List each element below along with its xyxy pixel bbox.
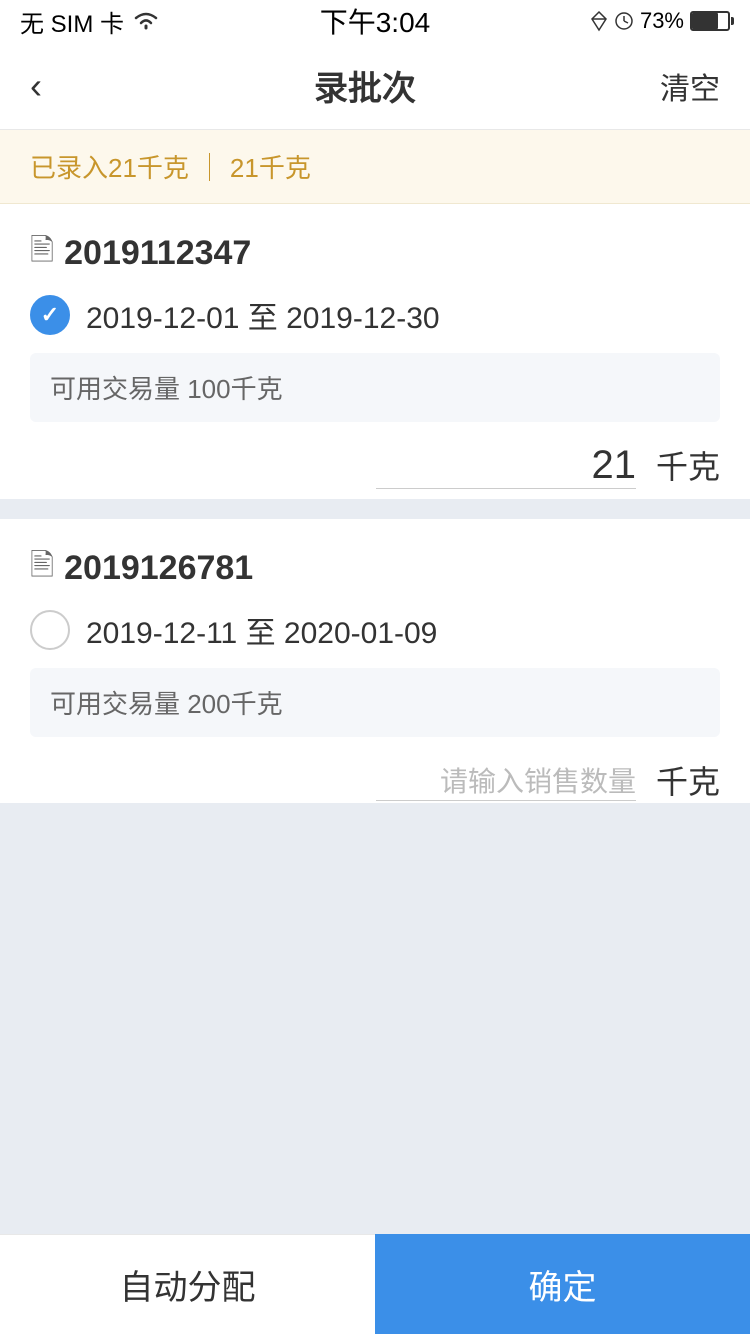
batch-1-quantity-value[interactable]: 21 [591, 443, 636, 488]
batch-2-radio[interactable] [30, 610, 70, 650]
batch-item-2: 🖹 2019126781 2019-12-11 至 2020-01-09 可用交… [0, 519, 750, 737]
batch-1-icon: 🖹 [30, 228, 54, 279]
clock-icon [614, 11, 634, 31]
batch-1-qty-wrapper: 21 [376, 443, 636, 489]
batch-2-date-row[interactable]: 2019-12-11 至 2020-01-09 [30, 608, 720, 652]
batch-2-date: 2019-12-11 至 2020-01-09 [86, 608, 437, 652]
batch-1-quantity-display: 21 千克 [30, 432, 720, 499]
batch-2-input-section: 请输入销售数量 千克 [0, 737, 750, 803]
carrier-label: 无 SIM 卡 [20, 4, 124, 39]
batch-1-capacity: 可用交易量 100千克 [30, 353, 720, 422]
recorded-label: 已录入21千克 [30, 148, 189, 185]
batch-item-1: 🖹 2019112347 2019-12-01 至 2019-12-30 可用交… [0, 204, 750, 422]
battery-icon [690, 11, 730, 31]
batch-1-radio[interactable] [30, 295, 70, 335]
page-title: 录批次 [314, 61, 416, 110]
nav-bar: ‹ 录批次 清空 [0, 42, 750, 130]
status-time: 下午3:04 [320, 1, 431, 41]
confirm-button[interactable]: 确定 [375, 1234, 750, 1334]
auto-distribute-button[interactable]: 自动分配 [0, 1234, 375, 1334]
batch-2-unit: 千克 [656, 757, 720, 803]
batch-2-capacity: 可用交易量 200千克 [30, 668, 720, 737]
status-bar: 无 SIM 卡 下午3:04 73% [0, 0, 750, 42]
status-right: 73% [590, 8, 730, 34]
batch-2-icon: 🖹 [30, 543, 54, 594]
recorded-value: 21千克 [230, 148, 311, 185]
clear-button[interactable]: 清空 [640, 64, 720, 108]
batch-1-header: 🖹 2019112347 [30, 228, 720, 279]
status-left: 无 SIM 卡 [20, 4, 160, 39]
section-separator-1 [0, 499, 750, 519]
location-icon [590, 10, 608, 32]
wifi-icon [132, 10, 160, 32]
batch-1-quantity-section: 21 千克 [0, 422, 750, 499]
batch-1-date-row[interactable]: 2019-12-01 至 2019-12-30 [30, 293, 720, 337]
batch-1-id: 2019112347 [64, 234, 251, 273]
batch-2-header: 🖹 2019126781 [30, 543, 720, 594]
battery-label: 73% [640, 8, 684, 34]
batch-2-input-underline [376, 800, 636, 801]
banner-divider [209, 153, 210, 181]
batch-1-unit: 千克 [656, 442, 720, 488]
batch-2-input-wrapper: 请输入销售数量 [376, 760, 636, 801]
batch-1-qty-underline [376, 488, 636, 489]
bottom-bar: 自动分配 确定 [0, 1234, 750, 1334]
batch-2-id: 2019126781 [64, 549, 253, 588]
back-button[interactable]: ‹ [30, 65, 90, 107]
batch-1-date: 2019-12-01 至 2019-12-30 [86, 293, 440, 337]
info-banner: 已录入21千克 21千克 [0, 130, 750, 204]
empty-area [0, 803, 750, 1283]
batch-2-input-placeholder[interactable]: 请输入销售数量 [440, 760, 636, 800]
